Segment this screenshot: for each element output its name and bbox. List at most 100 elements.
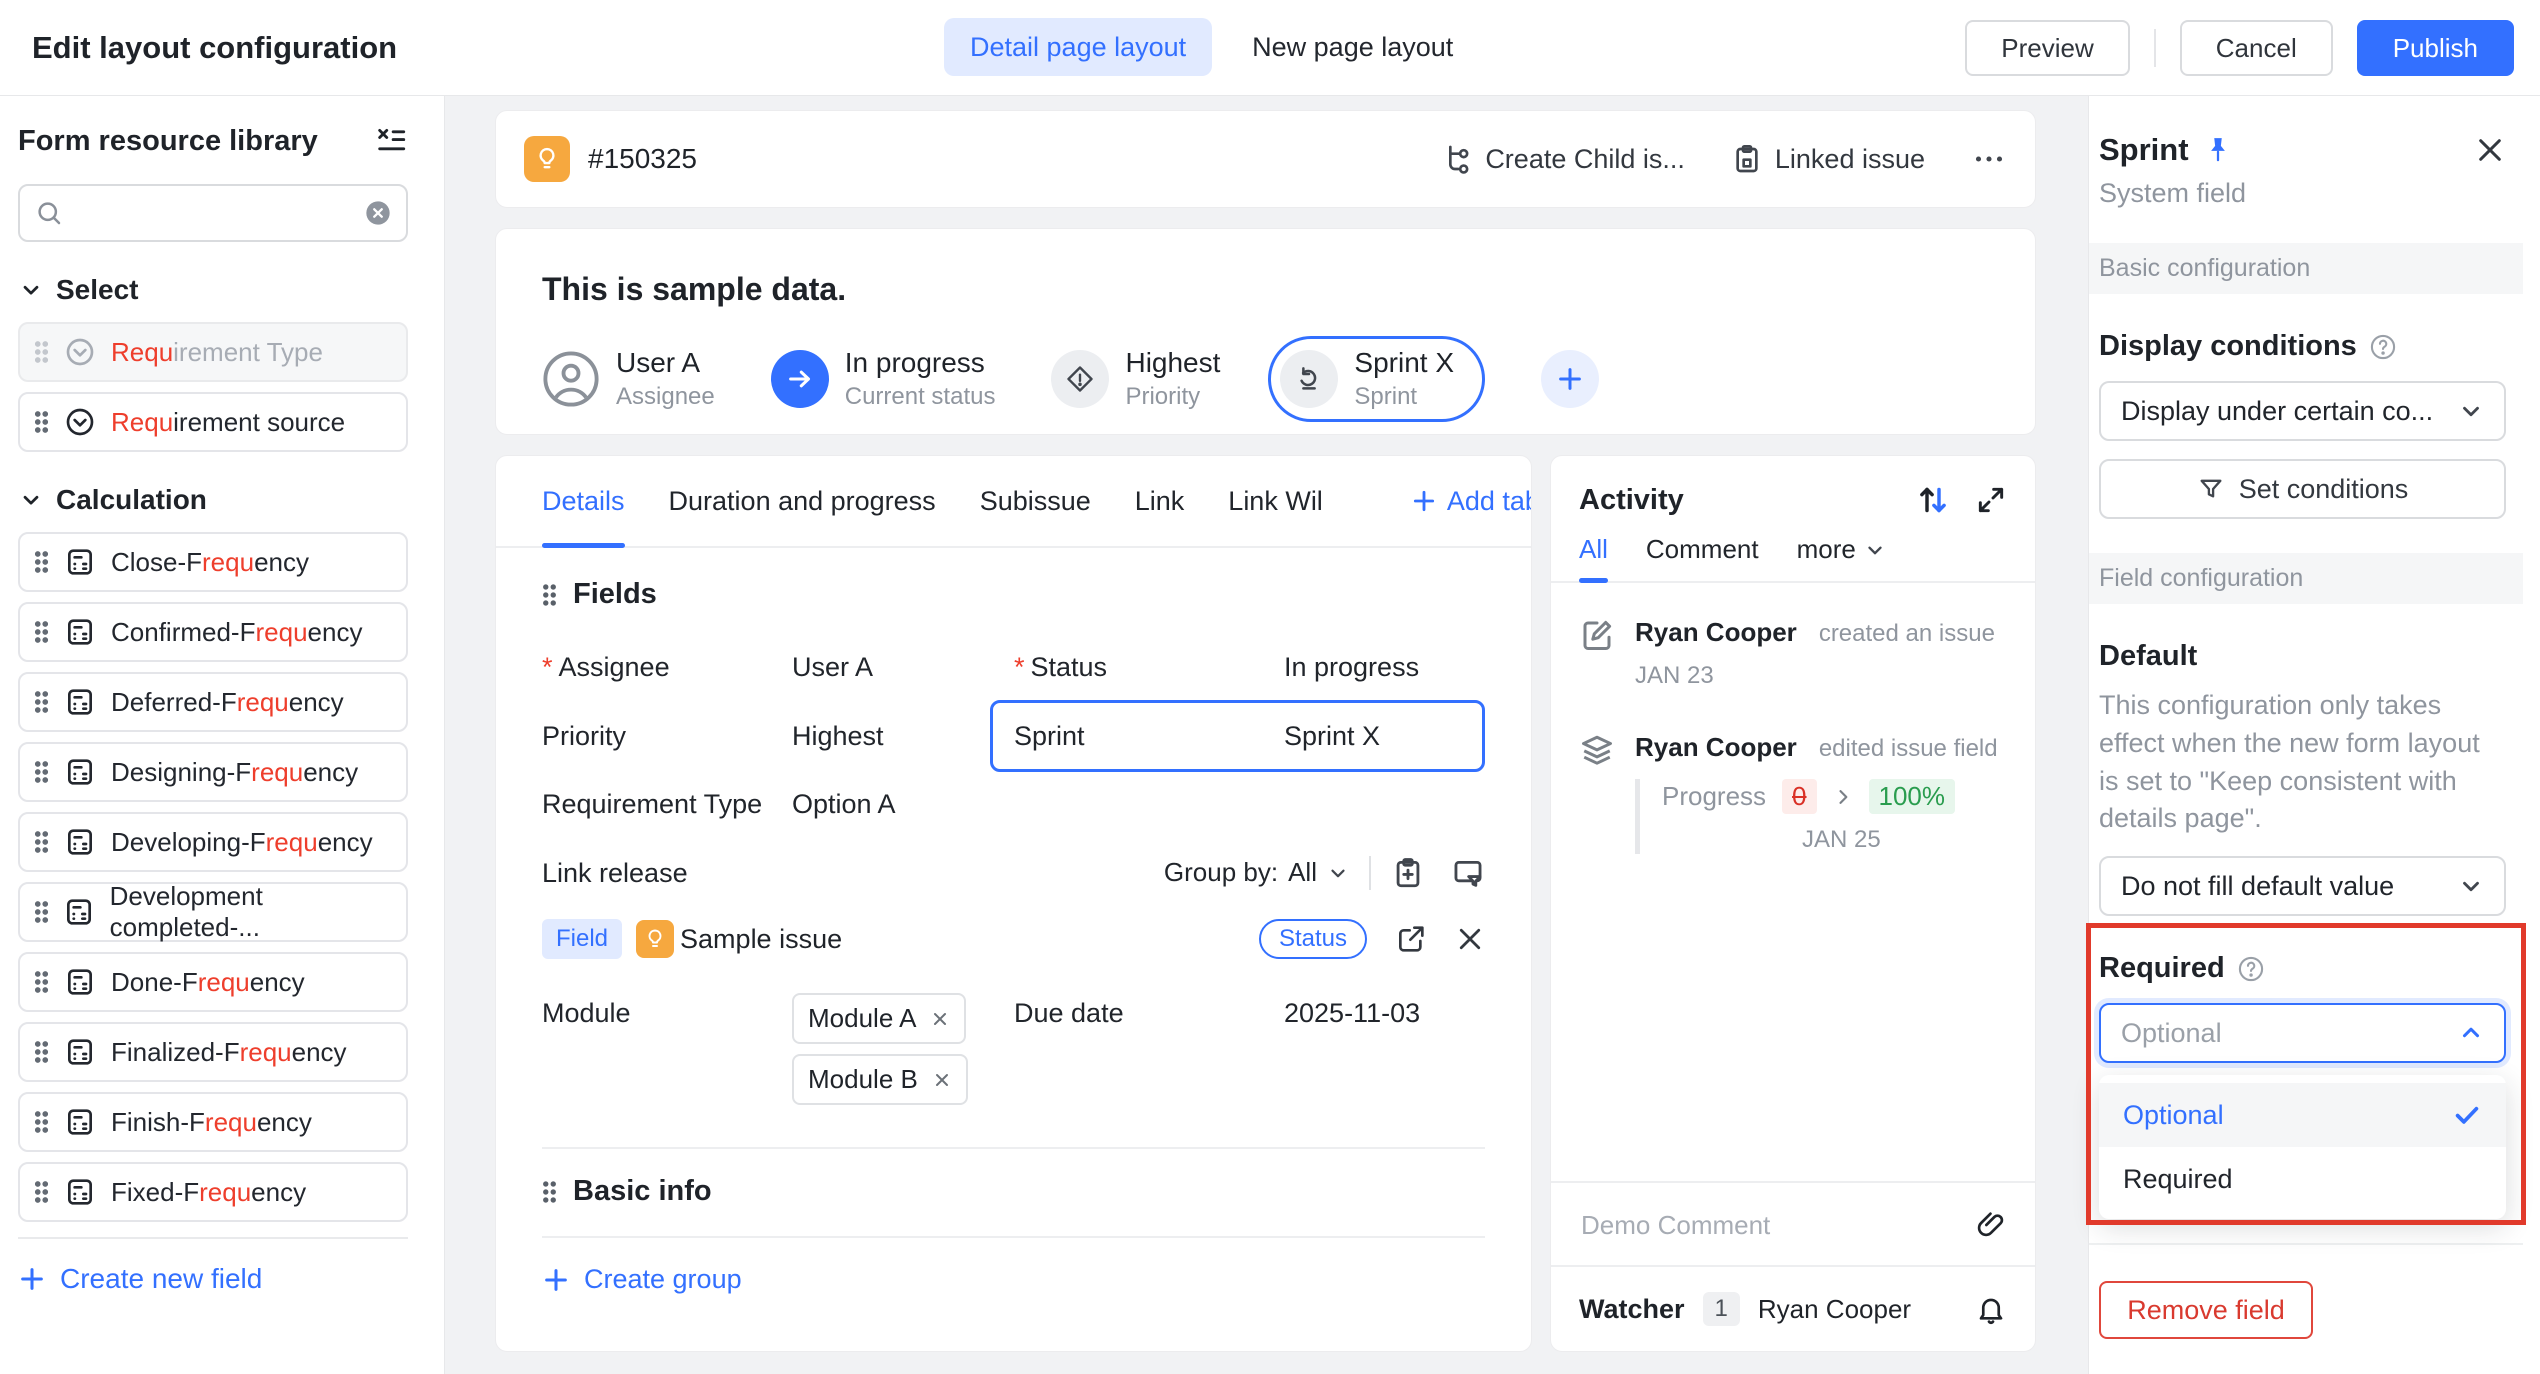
drag-handle-icon[interactable] bbox=[34, 410, 49, 434]
required-select-open[interactable]: Optional bbox=[2099, 1003, 2506, 1064]
drag-handle-icon[interactable] bbox=[34, 760, 49, 784]
field-status[interactable]: * Status In progress bbox=[1014, 647, 1485, 688]
drag-handle-icon[interactable] bbox=[34, 620, 49, 644]
drag-handle-icon[interactable] bbox=[34, 550, 49, 574]
field-due-date[interactable]: Due date 2025-11-03 bbox=[1014, 993, 1485, 1034]
library-item-deferred-frequency[interactable]: Deferred-Frequency bbox=[18, 672, 408, 732]
field-priority[interactable]: Priority Highest bbox=[542, 716, 1014, 757]
library-item-fixed-frequency[interactable]: Fixed-Frequency bbox=[18, 1162, 408, 1222]
calculation-field-icon bbox=[64, 756, 96, 788]
option-optional[interactable]: Optional bbox=[2099, 1083, 2506, 1148]
tab-link[interactable]: Link bbox=[1135, 456, 1185, 547]
priority-chip[interactable]: Highest Priority bbox=[1051, 347, 1220, 411]
module-chip[interactable]: Module B bbox=[792, 1054, 968, 1105]
tab-new-page-layout[interactable]: New page layout bbox=[1226, 18, 1479, 76]
subtree-icon bbox=[1441, 143, 1473, 175]
library-item-confirmed-frequency[interactable]: Confirmed-Frequency bbox=[18, 602, 408, 662]
drag-handle-icon[interactable] bbox=[34, 1180, 49, 1204]
field-assignee[interactable]: * Assignee User A bbox=[542, 647, 1014, 688]
drag-handle-icon[interactable] bbox=[34, 900, 48, 924]
pin-icon[interactable] bbox=[2203, 135, 2233, 165]
create-new-field-button[interactable]: Create new field bbox=[18, 1237, 408, 1295]
current-status-chip[interactable]: In progress Current status bbox=[770, 347, 995, 411]
library-item-label: Done-Frequency bbox=[111, 966, 305, 997]
field-requirement-type[interactable]: Requirement Type Option A bbox=[542, 784, 1014, 825]
status-arrow-icon bbox=[770, 349, 829, 408]
tab-link-wil[interactable]: Link Wil bbox=[1228, 456, 1323, 547]
open-in-new-icon[interactable] bbox=[1395, 923, 1427, 955]
drag-handle-icon[interactable] bbox=[34, 830, 49, 854]
linked-issue-title[interactable]: Sample issue bbox=[680, 924, 842, 955]
publish-button[interactable]: Publish bbox=[2356, 20, 2514, 76]
field-module[interactable]: Module Module A Module B bbox=[542, 993, 1014, 1105]
old-value: 0 bbox=[1782, 779, 1817, 814]
view-filter-icon[interactable] bbox=[1451, 856, 1485, 890]
activity-panel: Activity All Comment more Ryan Cooper cr… bbox=[1550, 455, 2036, 1352]
attachment-icon[interactable] bbox=[1975, 1209, 2007, 1241]
add-linked-record-icon[interactable] bbox=[1391, 856, 1425, 890]
section-calculation[interactable]: Calculation bbox=[20, 484, 444, 516]
library-item-development-completed[interactable]: Development completed-... bbox=[18, 881, 408, 942]
drag-handle-icon[interactable] bbox=[34, 1040, 49, 1064]
display-conditions-select[interactable]: Display under certain co... bbox=[2099, 381, 2506, 441]
calculation-field-icon bbox=[64, 1036, 96, 1068]
plus-icon bbox=[18, 1265, 46, 1293]
drag-handle-icon[interactable] bbox=[542, 582, 557, 607]
comment-input[interactable] bbox=[1579, 1208, 1975, 1242]
close-inspector-icon[interactable] bbox=[2474, 134, 2506, 166]
drag-handle-icon bbox=[34, 340, 49, 364]
help-icon[interactable] bbox=[2237, 955, 2265, 983]
field-sprint-selected[interactable]: Sprint Sprint X bbox=[990, 699, 1485, 772]
library-item-done-frequency[interactable]: Done-Frequency bbox=[18, 952, 408, 1012]
clear-search-icon[interactable] bbox=[364, 199, 392, 227]
linked-issue-row[interactable]: Field Sample issue Status bbox=[542, 919, 1485, 959]
bell-icon[interactable] bbox=[1975, 1293, 2007, 1325]
remove-field-button[interactable]: Remove field bbox=[2099, 1281, 2313, 1340]
activity-entry: Ryan Cooper edited issue field Progress … bbox=[1579, 732, 2007, 854]
library-search[interactable] bbox=[18, 184, 408, 242]
required-asterisk: * bbox=[542, 652, 553, 682]
set-conditions-button[interactable]: Set conditions bbox=[2099, 459, 2506, 519]
drag-handle-icon[interactable] bbox=[34, 1110, 49, 1134]
activity-tab-comment[interactable]: Comment bbox=[1646, 534, 1759, 581]
add-tab-button[interactable]: Add tab bbox=[1411, 486, 1531, 517]
library-item-close-frequency[interactable]: Close-Frequency bbox=[18, 532, 408, 592]
assignee-chip[interactable]: User A Assignee bbox=[542, 347, 715, 411]
status-pill-button[interactable]: Status bbox=[1258, 919, 1367, 959]
preview-button[interactable]: Preview bbox=[1965, 20, 2130, 76]
sort-order-icon[interactable] bbox=[1915, 482, 1951, 518]
collapse-panel-icon[interactable] bbox=[374, 124, 408, 158]
field-link-release[interactable]: Link release Group by: All bbox=[542, 853, 1485, 894]
drag-handle-icon[interactable] bbox=[34, 970, 49, 994]
expand-panel-icon[interactable] bbox=[1975, 484, 2007, 516]
default-value-select[interactable]: Do not fill default value bbox=[2099, 856, 2506, 917]
tab-subissue[interactable]: Subissue bbox=[980, 456, 1091, 547]
cancel-button[interactable]: Cancel bbox=[2179, 20, 2333, 76]
library-item-developing-frequency[interactable]: Developing-Frequency bbox=[18, 812, 408, 872]
library-item-requirement-source[interactable]: Requirement source bbox=[18, 392, 408, 452]
library-item-finish-frequency[interactable]: Finish-Frequency bbox=[18, 1092, 408, 1152]
more-actions-icon[interactable] bbox=[1971, 141, 2007, 177]
activity-tab-all[interactable]: All bbox=[1579, 534, 1608, 583]
activity-tab-more[interactable]: more bbox=[1797, 534, 1886, 581]
add-field-chip-button[interactable] bbox=[1541, 349, 1600, 408]
group-by-dropdown[interactable]: Group by: All bbox=[1164, 857, 1349, 888]
module-chip[interactable]: Module A bbox=[792, 993, 967, 1044]
sprint-chip-selected[interactable]: Sprint X Sprint bbox=[1268, 336, 1486, 422]
option-required[interactable]: Required bbox=[2099, 1147, 2506, 1211]
tab-detail-page-layout[interactable]: Detail page layout bbox=[944, 18, 1213, 76]
library-item-requirement-type: Requirement Type bbox=[18, 322, 408, 382]
tab-duration-and-progress[interactable]: Duration and progress bbox=[669, 456, 936, 547]
drag-handle-icon[interactable] bbox=[34, 690, 49, 714]
remove-linked-issue-icon[interactable] bbox=[1455, 924, 1485, 954]
section-select[interactable]: Select bbox=[20, 274, 444, 306]
library-item-designing-frequency[interactable]: Designing-Frequency bbox=[18, 742, 408, 802]
help-icon[interactable] bbox=[2369, 333, 2397, 361]
create-child-issue-button[interactable]: Create Child is... bbox=[1441, 143, 1685, 175]
search-input[interactable] bbox=[74, 196, 364, 230]
create-group-button[interactable]: Create group bbox=[542, 1264, 1485, 1295]
drag-handle-icon[interactable] bbox=[542, 1179, 557, 1204]
linked-issue-button[interactable]: Linked issue bbox=[1731, 143, 1925, 175]
tab-details[interactable]: Details bbox=[542, 456, 625, 548]
library-item-finalized-frequency[interactable]: Finalized-Frequency bbox=[18, 1022, 408, 1082]
